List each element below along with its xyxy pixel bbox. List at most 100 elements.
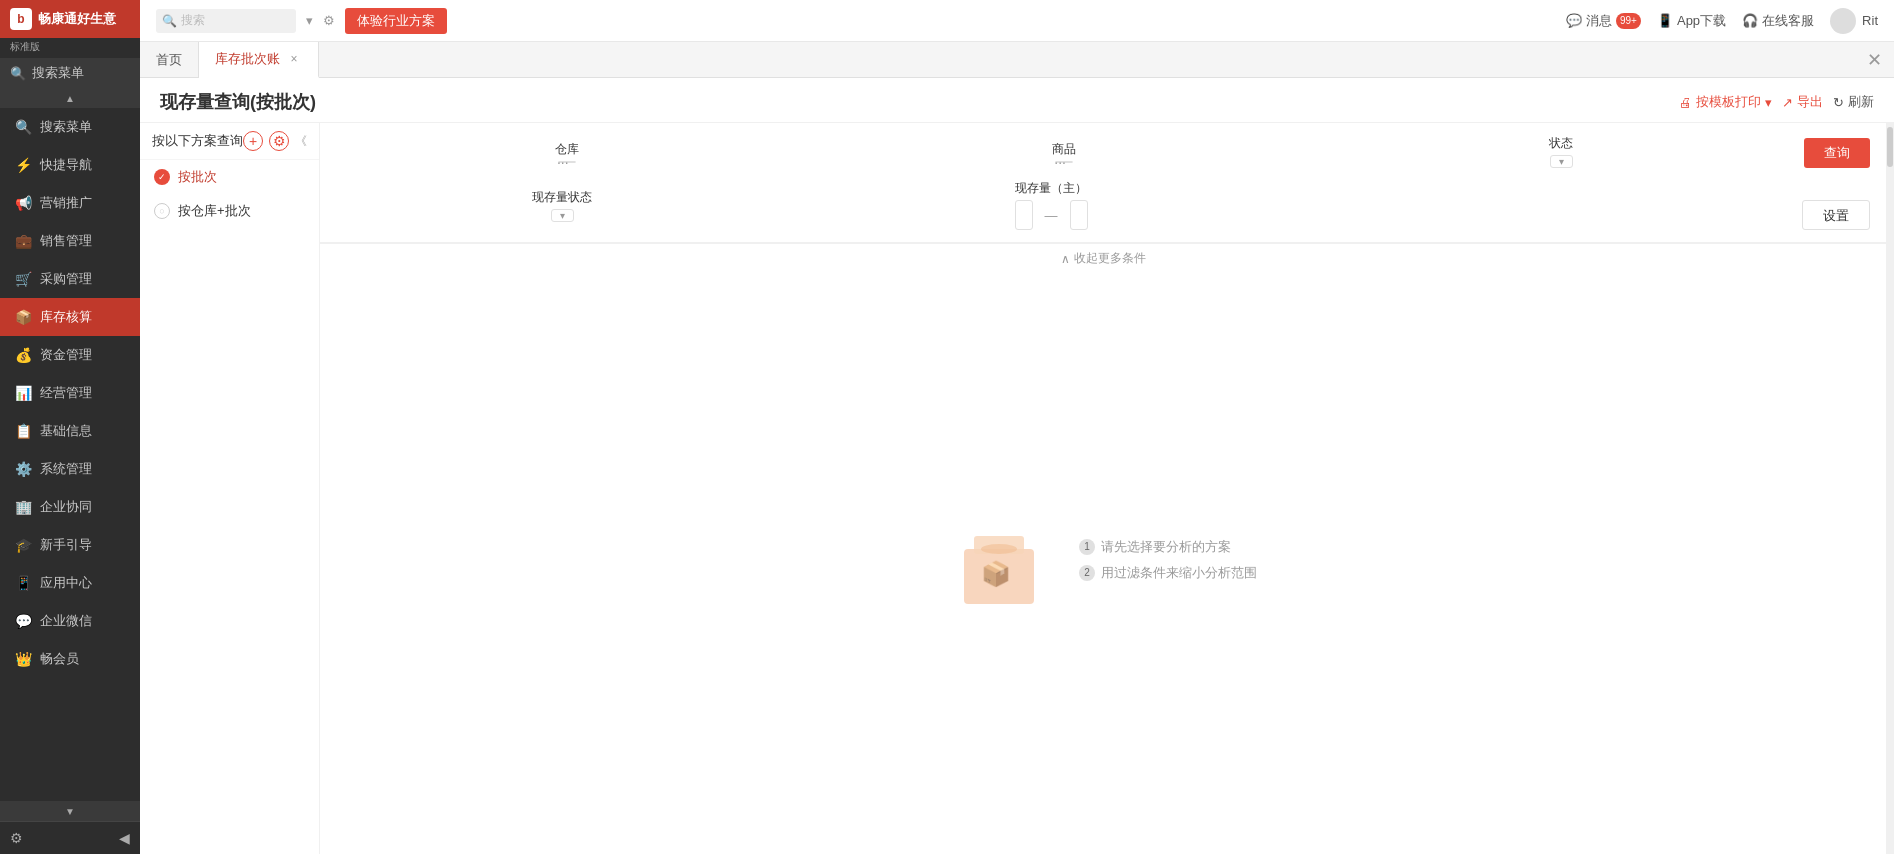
stock-amount-min-input[interactable]: [1015, 200, 1033, 230]
finance-icon: 💰: [14, 346, 32, 364]
scheme-settings-btn[interactable]: ⚙: [269, 131, 289, 151]
marketing-icon: 📢: [14, 194, 32, 212]
scheme-dot-by-batch: ✓: [154, 169, 170, 185]
sidebar-scroll-down[interactable]: ▼: [0, 801, 140, 821]
collapse-sidebar-icon[interactable]: ◀: [119, 830, 130, 846]
tab-home[interactable]: 首页: [140, 42, 199, 78]
topbar-right: 💬 消息 99+ 📱 App下载 🎧 在线客服 Rit: [1566, 8, 1878, 34]
sidebar-search[interactable]: 🔍 搜索菜单: [0, 58, 140, 88]
status-chevron-icon: ▾: [1559, 156, 1564, 167]
warehouse-dots-btn[interactable]: ···: [557, 154, 569, 170]
sidebar-item-newbie[interactable]: 🎓新手引导: [0, 526, 140, 564]
topbar-search-box[interactable]: 🔍 搜索: [156, 9, 296, 33]
experience-btn[interactable]: 体验行业方案: [345, 8, 447, 34]
chevron-down-icon[interactable]: ▾: [306, 13, 313, 28]
online-service-btn[interactable]: 🎧 在线客服: [1742, 12, 1814, 30]
settings-icon: ⚙: [273, 133, 286, 149]
topbar-left: 🔍 搜索 ▾ ⚙ 体验行业方案: [156, 8, 447, 34]
sidebar-item-marketing[interactable]: 📢营销推广: [0, 184, 140, 222]
search-icon-small: 🔍: [162, 14, 177, 28]
app-center-icon: 📱: [14, 574, 32, 592]
scheme-list: ✓按批次○按仓库+批次: [140, 160, 319, 228]
svg-point-2: [981, 544, 1017, 554]
basic-info-icon: 📋: [14, 422, 32, 440]
scheme-item-by-batch[interactable]: ✓按批次: [140, 160, 319, 194]
message-icon: 💬: [1566, 13, 1582, 28]
left-panel-header-actions: + ⚙ 《: [243, 131, 307, 151]
headset-icon: 🎧: [1742, 13, 1758, 28]
add-scheme-btn[interactable]: +: [243, 131, 263, 151]
content-header-actions: 🖨 按模板打印 ▾ ↗ 导出 ↻ 刷新: [1679, 93, 1874, 111]
right-panel: 仓库···商品···状态▾查询 现存量状态▾现存量（主）—设置 ∧ 收起更多条件: [320, 123, 1886, 854]
export-icon: ↗: [1782, 95, 1793, 110]
refresh-btn[interactable]: ↻ 刷新: [1833, 93, 1874, 111]
sidebar-item-member[interactable]: 👑畅会员: [0, 640, 140, 678]
sidebar-item-basic-info[interactable]: 📋基础信息: [0, 412, 140, 450]
sidebar-item-wechat[interactable]: 💬企业微信: [0, 602, 140, 640]
sidebar-header: b 畅康通好生意: [0, 0, 140, 38]
sidebar: b 畅康通好生意 标准版 🔍 搜索菜单 ▲ 🔍搜索菜单⚡快捷导航📢营销推广💼销售…: [0, 0, 140, 854]
settings-icon[interactable]: ⚙: [10, 830, 23, 846]
sidebar-item-quick-nav[interactable]: ⚡快捷导航: [0, 146, 140, 184]
user-name: Rit: [1862, 13, 1878, 28]
sidebar-item-app-center[interactable]: 📱应用中心: [0, 564, 140, 602]
user-menu[interactable]: Rit: [1830, 8, 1878, 34]
sidebar-scroll-up[interactable]: ▲: [0, 88, 140, 108]
collapse-panel-icon[interactable]: 《: [295, 133, 307, 150]
tab-close-icon[interactable]: ×: [286, 51, 302, 67]
sidebar-item-search[interactable]: 🔍搜索菜单: [0, 108, 140, 146]
member-icon: 👑: [14, 650, 32, 668]
goods-input[interactable]: ···: [1055, 161, 1073, 163]
export-btn[interactable]: ↗ 导出: [1782, 93, 1823, 111]
topbar: 🔍 搜索 ▾ ⚙ 体验行业方案 💬 消息 99+ 📱 App下载 🎧 在线客服: [140, 0, 1894, 42]
sidebar-item-inventory[interactable]: 📦库存核算: [0, 298, 140, 336]
stock-amount-field: 现存量（主）—: [825, 180, 1278, 230]
search-icon: 🔍: [14, 118, 32, 136]
app-download-btn[interactable]: 📱 App下载: [1657, 12, 1726, 30]
system-icon: ⚙️: [14, 460, 32, 478]
empty-illustration: 📦: [949, 514, 1049, 614]
collapse-more-btn[interactable]: ∧ 收起更多条件: [320, 243, 1886, 273]
sidebar-footer: ⚙ ◀: [0, 821, 140, 854]
status-select[interactable]: ▾: [1550, 155, 1573, 168]
right-scrollbar[interactable]: [1886, 123, 1894, 854]
wechat-icon: 💬: [14, 612, 32, 630]
goods-dots-btn[interactable]: ···: [1054, 154, 1066, 170]
stock-amount-max-input[interactable]: [1070, 200, 1088, 230]
stock-status-select[interactable]: ▾: [551, 209, 574, 222]
sidebar-item-finance[interactable]: 💰资金管理: [0, 336, 140, 374]
gear-icon[interactable]: ⚙: [323, 13, 335, 28]
warehouse-input[interactable]: ···: [558, 161, 576, 163]
settings-btn[interactable]: 设置: [1802, 200, 1870, 230]
content-header: 现存量查询(按批次) 🖨 按模板打印 ▾ ↗ 导出 ↻ 刷新: [140, 78, 1894, 123]
content-area: 现存量查询(按批次) 🖨 按模板打印 ▾ ↗ 导出 ↻ 刷新: [140, 78, 1894, 854]
message-badge: 99+: [1616, 13, 1641, 29]
stock-status-field: 现存量状态▾: [336, 189, 789, 222]
close-panel-icon[interactable]: ✕: [1867, 49, 1882, 71]
sidebar-item-system[interactable]: ⚙️系统管理: [0, 450, 140, 488]
purchase-icon: 🛒: [14, 270, 32, 288]
newbie-icon: 🎓: [14, 536, 32, 554]
sidebar-item-enterprise[interactable]: 🏢企业协同: [0, 488, 140, 526]
app-name: 畅康通好生意: [38, 10, 116, 28]
scheme-dot-by-warehouse-batch: ○: [154, 203, 170, 219]
print-dropdown-icon[interactable]: ▾: [1765, 95, 1772, 110]
enterprise-icon: 🏢: [14, 498, 32, 516]
content-body: 按以下方案查询 + ⚙ 《 ✓按批次○按仓库+批次: [140, 123, 1894, 854]
sidebar-item-sales[interactable]: 💼销售管理: [0, 222, 140, 260]
scheme-item-by-warehouse-batch[interactable]: ○按仓库+批次: [140, 194, 319, 228]
tab-right-actions: ✕: [319, 49, 1894, 71]
print-btn[interactable]: 🖨 按模板打印 ▾: [1679, 93, 1772, 111]
message-btn[interactable]: 💬 消息 99+: [1566, 12, 1641, 30]
goods-field: 商品···: [833, 141, 1294, 163]
filter-row-2: 现存量状态▾ 现存量（主）— 设置: [336, 180, 1870, 230]
empty-state: 📦 1 请先选择要分析的方案 2 用过滤条件来缩小分析范围: [320, 273, 1886, 854]
print-icon: 🖨: [1679, 95, 1692, 110]
sidebar-item-operations[interactable]: 📊经营管理: [0, 374, 140, 412]
app-logo: b: [10, 8, 32, 30]
query-btn[interactable]: 查询: [1804, 138, 1870, 168]
scroll-handle[interactable]: [1887, 127, 1893, 167]
tab-inventory-batch[interactable]: 库存批次账 ×: [199, 42, 319, 78]
step2-num: 2: [1079, 565, 1095, 581]
sidebar-item-purchase[interactable]: 🛒采购管理: [0, 260, 140, 298]
